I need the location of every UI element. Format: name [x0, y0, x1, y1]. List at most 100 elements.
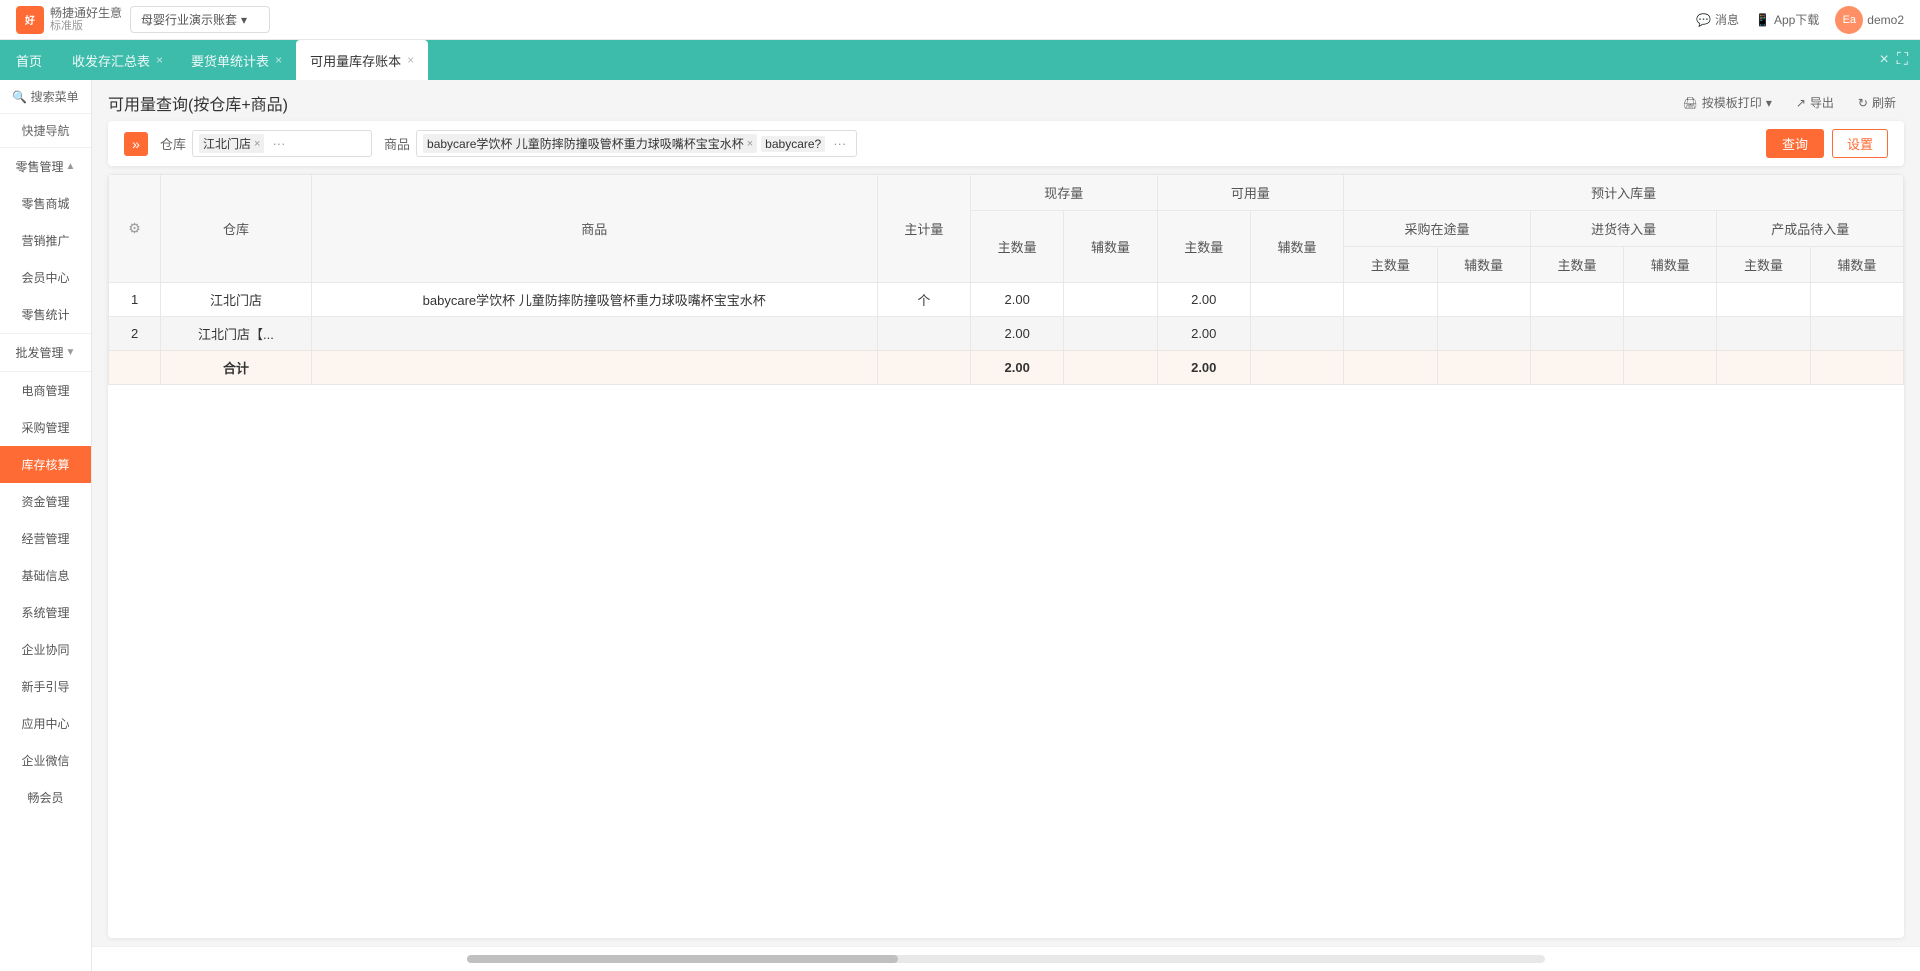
- group-current-main: 2.00: [971, 317, 1064, 351]
- col-current-main-qty: 主数量: [971, 211, 1064, 283]
- col-available-main-qty: 主数量: [1157, 211, 1250, 283]
- group-purchase-main: [1344, 317, 1437, 351]
- sidebar-item-newbie-guide[interactable]: 新手引导: [0, 668, 91, 705]
- sidebar-item-members[interactable]: 会员中心: [0, 259, 91, 296]
- col-production-main: 主数量: [1717, 247, 1810, 283]
- refresh-icon: ↻: [1858, 96, 1868, 110]
- sidebar-item-enterprise-wechat[interactable]: 企业微信: [0, 742, 91, 779]
- col-current-aux-qty: 辅数量: [1064, 211, 1157, 283]
- product-tag-1: babycare学饮杯 儿童防摔防撞吸管杯重力球吸嘴杯宝宝水杯 ×: [423, 134, 757, 153]
- label: 批发管理: [16, 344, 64, 361]
- horizontal-scrollbar[interactable]: [467, 955, 1545, 963]
- summary-empty-2: [311, 351, 877, 385]
- sidebar-item-inventory-accounting[interactable]: 库存核算: [0, 446, 91, 483]
- tab-close-icon[interactable]: ×: [275, 53, 282, 67]
- avatar: Ea: [1835, 6, 1863, 34]
- summary-row: 合计 2.00 2.00: [109, 351, 1904, 385]
- label: 会员中心: [21, 269, 69, 286]
- tab-order-statistics[interactable]: 要货单统计表 ×: [177, 40, 296, 80]
- col-expected-inbound-header: 预计入库量: [1344, 175, 1904, 211]
- tag-text: babycare?: [765, 137, 821, 151]
- user-area[interactable]: Ea demo2: [1835, 6, 1904, 34]
- username: demo2: [1867, 13, 1904, 27]
- logo-icon: 好: [16, 6, 44, 34]
- tag-close-btn[interactable]: ×: [254, 138, 260, 150]
- label: 畅会员: [27, 789, 63, 806]
- group-purchase-aux: [1437, 317, 1530, 351]
- row-index: 1: [109, 283, 161, 317]
- page-header: 可用量查询(按仓库+商品) 🖨 按模板打印 ▾ ↗ 导出 ↻ 刷新: [92, 80, 1920, 121]
- warehouse-ellipsis[interactable]: ···: [268, 136, 289, 151]
- logo-text: 畅捷通好生意: [50, 6, 122, 20]
- col-goods-main: 主数量: [1530, 247, 1623, 283]
- group-warehouse: 江北门店【...: [161, 317, 312, 351]
- sidebar-item-member-service[interactable]: 畅会员: [0, 779, 91, 816]
- tab-close-icon[interactable]: ×: [156, 53, 163, 67]
- table-group-row: 2 江北门店【... 2.00 2.00: [109, 317, 1904, 351]
- tab-home[interactable]: 首页: [0, 40, 58, 80]
- page-title: 可用量查询(按仓库+商品): [108, 91, 288, 115]
- industry-selector[interactable]: 母婴行业演示账套 ▾: [130, 6, 270, 33]
- settings-btn[interactable]: 设置: [1832, 129, 1888, 158]
- dropdown-icon: ▾: [241, 13, 247, 27]
- sidebar-item-system[interactable]: 系统管理: [0, 594, 91, 631]
- group-available-main: 2.00: [1157, 317, 1250, 351]
- label: 应用中心: [21, 715, 69, 732]
- fullscreen-btn[interactable]: ⛶: [1897, 51, 1908, 69]
- product-tags[interactable]: babycare学饮杯 儿童防摔防撞吸管杯重力球吸嘴杯宝宝水杯 × babyca…: [416, 130, 857, 157]
- sidebar-item-retail-mall[interactable]: 零售商城: [0, 185, 91, 222]
- sidebar-item-ecommerce[interactable]: 电商管理: [0, 372, 91, 409]
- refresh-btn[interactable]: ↻ 刷新: [1850, 90, 1904, 115]
- sidebar-item-procurement[interactable]: 采购管理: [0, 409, 91, 446]
- col-production-aux: 辅数量: [1810, 247, 1903, 283]
- message-btn[interactable]: 💬 消息: [1696, 11, 1739, 28]
- export-icon: ↗: [1796, 96, 1806, 110]
- summary-empty-1: [109, 351, 161, 385]
- main-layout: 🔍 搜索菜单 快捷导航 零售管理 ▲ 零售商城 营销推广 会员中心 零售统计: [0, 80, 1920, 971]
- row-available-main: 2.00: [1157, 283, 1250, 317]
- label: 新手引导: [21, 678, 69, 695]
- print-template-btn[interactable]: 🖨 按模板打印 ▾: [1675, 90, 1780, 115]
- export-btn[interactable]: ↗ 导出: [1788, 90, 1842, 115]
- scrollbar-thumb[interactable]: [467, 955, 898, 963]
- logo-area: 好 畅捷通好生意 标准版: [16, 6, 122, 34]
- quick-nav-label: 快捷导航: [21, 124, 69, 138]
- sidebar-item-quick-nav[interactable]: 快捷导航: [0, 114, 91, 148]
- sidebar-item-enterprise-collab[interactable]: 企业协同: [0, 631, 91, 668]
- sidebar-item-wholesale-management[interactable]: 批发管理 ▼: [0, 334, 91, 371]
- dropdown-icon: ▾: [1766, 96, 1772, 110]
- sidebar-item-basic-info[interactable]: 基础信息: [0, 557, 91, 594]
- label: 采购管理: [21, 419, 69, 436]
- close-all-btn[interactable]: ×: [1879, 51, 1888, 69]
- product-filter: 商品 babycare学饮杯 儿童防摔防撞吸管杯重力球吸嘴杯宝宝水杯 × bab…: [384, 130, 857, 157]
- nav-tabs: 首页 收发存汇总表 × 要货单统计表 × 可用量库存账本 × × ⛶: [0, 40, 1920, 80]
- tab-receivables-summary[interactable]: 收发存汇总表 ×: [58, 40, 177, 80]
- tag-close-btn[interactable]: ×: [747, 138, 753, 150]
- query-btn[interactable]: 查询: [1766, 129, 1824, 158]
- col-product-header: 商品: [311, 175, 877, 283]
- col-settings[interactable]: ⚙: [109, 175, 161, 283]
- row-current-main: 2.00: [971, 283, 1064, 317]
- filter-actions: 查询 设置: [1766, 129, 1888, 158]
- row-production-aux: [1810, 283, 1903, 317]
- sidebar-item-retail-stats[interactable]: 零售统计: [0, 296, 91, 333]
- warehouse-tags[interactable]: 江北门店 × ···: [192, 130, 372, 157]
- col-production-awaiting-header: 产成品待入量: [1717, 211, 1904, 247]
- product-ellipsis[interactable]: ···: [829, 136, 850, 151]
- sidebar-item-operations[interactable]: 经营管理: [0, 520, 91, 557]
- sidebar-item-finance[interactable]: 资金管理: [0, 483, 91, 520]
- col-goods-aux: 辅数量: [1624, 247, 1717, 283]
- settings-icon[interactable]: ⚙: [128, 220, 141, 236]
- table-row: 1 江北门店 babycare学饮杯 儿童防摔防撞吸管杯重力球吸嘴杯宝宝水杯 个…: [109, 283, 1904, 317]
- expand-filter-btn[interactable]: »: [124, 132, 148, 156]
- sidebar-item-retail-management[interactable]: 零售管理 ▲: [0, 148, 91, 185]
- sidebar-search[interactable]: 🔍 搜索菜单: [0, 80, 91, 114]
- col-goods-awaiting-header: 进货待入量: [1530, 211, 1717, 247]
- sidebar-item-marketing[interactable]: 营销推广: [0, 222, 91, 259]
- tab-close-icon[interactable]: ×: [407, 53, 414, 67]
- export-label: 导出: [1810, 94, 1834, 111]
- app-download-btn[interactable]: 📱 App下载: [1755, 11, 1819, 28]
- tab-available-inventory[interactable]: 可用量库存账本 ×: [296, 40, 428, 80]
- sidebar-item-app-center[interactable]: 应用中心: [0, 705, 91, 742]
- expand-icon: ▲: [66, 161, 76, 172]
